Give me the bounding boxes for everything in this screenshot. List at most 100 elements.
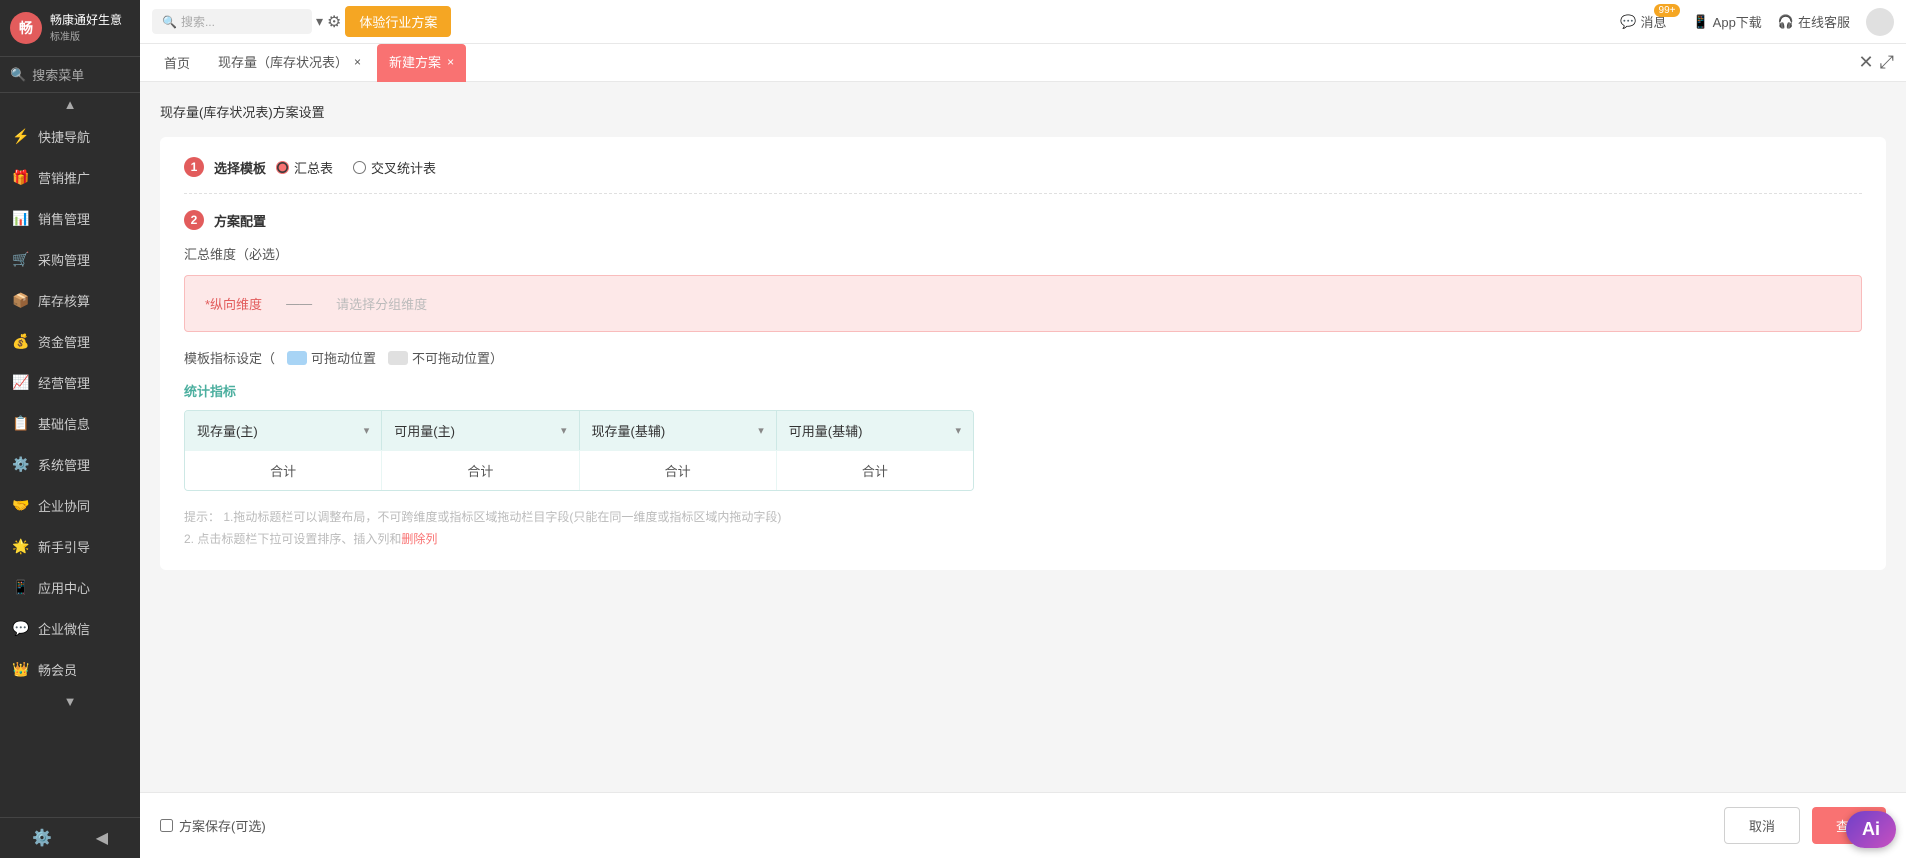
sidebar-item-label: 企业微信 [38,619,90,638]
sidebar-search[interactable]: 🔍 搜索菜单 [0,57,140,93]
member-icon: 👑 [12,661,30,679]
stats-data-4: 合计 [777,451,973,490]
tab-new-plan-close[interactable]: × [447,55,454,69]
sidebar-item-label: 销售管理 [38,209,90,228]
indicator-non-draggable: 不可拖动位置） [388,348,503,367]
sidebar-item-newbie[interactable]: 🌟 新手引导 [0,526,140,567]
sidebar-item-quick-nav[interactable]: ⚡ 快捷导航 [0,116,140,157]
stats-header-row: 现存量(主) ▾ 可用量(主) ▾ 现存量(基辅) ▾ 可用量(基辅) ▾ [185,411,973,450]
sidebar-item-label: 新手引导 [38,537,90,556]
tab-inventory-label: 现存量（库存状况表） [218,52,348,71]
section-divider [184,193,1862,194]
draggable-label: 可拖动位置 [311,348,376,367]
sidebar-item-finance[interactable]: 💰 资金管理 [0,321,140,362]
tab-home[interactable]: 首页 [152,53,202,72]
section1-header: 1 选择模板 汇总表 交叉统计表 [184,157,1862,177]
brand-sub: 标准版 [50,28,122,43]
radio-summary-label: 汇总表 [294,158,333,177]
dim-placeholder: 请选择分组维度 [336,294,427,313]
non-draggable-dot [388,351,408,365]
basic-icon: 📋 [12,415,30,433]
radio-cross[interactable]: 交叉统计表 [353,158,436,177]
topbar-cta-button[interactable]: 体验行业方案 [345,6,451,37]
radio-summary-input[interactable] [276,161,289,174]
sidebar-item-operation[interactable]: 📈 经营管理 [0,362,140,403]
service-icon: 🎧 [1778,14,1794,30]
settings-icon[interactable]: ⚙️ [32,828,52,848]
message-badge: 99+ [1654,4,1681,17]
radio-cross-input[interactable] [353,161,366,174]
user-avatar[interactable] [1866,8,1894,36]
tab-close-button[interactable]: ✕ [1859,52,1874,73]
tab-inventory-close[interactable]: × [354,55,361,69]
stats-col-2-chevron[interactable]: ▾ [561,424,567,437]
stats-data-3: 合计 [580,451,777,490]
sidebar-item-system[interactable]: ⚙️ 系统管理 [0,444,140,485]
topbar-search-box[interactable]: 🔍 搜索... [152,9,312,34]
radio-summary[interactable]: 汇总表 [276,158,333,177]
sidebar-item-label: 营销推广 [38,168,90,187]
sidebar-item-label: 系统管理 [38,455,90,474]
sidebar-nav: ▲ ⚡ 快捷导航 🎁 营销推广 📊 销售管理 🛒 采购管理 📦 库存核算 💰 资… [0,93,140,817]
sidebar-item-marketing[interactable]: 🎁 营销推广 [0,157,140,198]
ai-badge[interactable]: Ai [1846,811,1896,848]
topbar-gear-button[interactable]: ⚙ [327,12,341,32]
toggle-icon[interactable]: ◀ [96,828,108,848]
finance-icon: 💰 [12,333,30,351]
stats-col-2: 可用量(主) ▾ [382,411,579,450]
sidebar-item-stock[interactable]: 📦 库存核算 [0,280,140,321]
sidebar-item-label: 经营管理 [38,373,90,392]
sidebar-item-agreement[interactable]: 🤝 企业协同 [0,485,140,526]
sidebar-item-label: 基础信息 [38,414,90,433]
topbar: 🔍 搜索... ▾ ⚙ 体验行业方案 💬 消息 99+ 📱 App下载 🎧 在线… [140,0,1906,44]
stats-col-3-chevron[interactable]: ▾ [758,424,764,437]
save-checkbox[interactable] [160,819,173,832]
vertical-dim-label: *纵向维度 [205,294,262,313]
stats-data-2: 合计 [382,451,579,490]
section1-title: 选择模板 [214,158,266,177]
topbar-message[interactable]: 💬 消息 99+ [1620,12,1666,31]
topbar-app-download[interactable]: 📱 App下载 [1692,12,1761,31]
stats-col-1: 现存量(主) ▾ [185,411,382,450]
indicator-label: 模板指标设定（ [184,348,275,367]
stats-col-1-chevron[interactable]: ▾ [364,424,370,437]
tips-area: 提示： 1.拖动标题栏可以调整布局，不可跨维度或指标区域拖动栏目字段(只能在同一… [184,507,1862,550]
content-area: 现存量(库存状况表)方案设置 1 选择模板 汇总表 交叉统计表 [140,82,1906,792]
topbar-right: 💬 消息 99+ 📱 App下载 🎧 在线客服 [1620,8,1894,36]
sidebar-item-member[interactable]: 👑 畅会员 [0,649,140,690]
section1-num: 1 [184,157,204,177]
template-radio-group: 汇总表 交叉统计表 [276,158,436,177]
wechat-icon: 💬 [12,620,30,638]
tip-2: 2. 点击标题栏下拉可设置排序、插入列和删除列 [184,529,1862,551]
sidebar-scroll-down[interactable]: ▼ [0,690,140,713]
search-placeholder: 搜索... [181,13,215,30]
sidebar-item-purchase[interactable]: 🛒 采购管理 [0,239,140,280]
stats-col-4-chevron[interactable]: ▾ [955,424,961,437]
cancel-button[interactable]: 取消 [1724,807,1800,844]
quick-nav-icon: ⚡ [12,128,30,146]
footer-bar: 方案保存(可选) 取消 查询 [140,792,1906,858]
search-icon: 🔍 [10,67,26,83]
tab-expand-button[interactable]: ⤢ [1880,52,1894,73]
topbar-online-service[interactable]: 🎧 在线客服 [1778,12,1850,31]
sidebar-item-wechat[interactable]: 💬 企业微信 [0,608,140,649]
sidebar-item-label: 库存核算 [38,291,90,310]
stats-col-4: 可用量(基辅) ▾ [777,411,973,450]
tab-inventory[interactable]: 现存量（库存状况表） × [206,44,373,82]
tip-1: 提示： 1.拖动标题栏可以调整布局，不可跨维度或指标区域拖动栏目字段(只能在同一… [184,507,1862,529]
sidebar-item-sales[interactable]: 📊 销售管理 [0,198,140,239]
sidebar-search-label: 搜索菜单 [32,65,84,84]
sidebar-item-basic[interactable]: 📋 基础信息 [0,403,140,444]
phone-icon: 📱 [1692,14,1708,30]
brand-name: 畅康通好生意 [50,13,122,29]
tab-new-plan[interactable]: 新建方案 × [377,44,466,82]
sidebar-item-apps[interactable]: 📱 应用中心 [0,567,140,608]
sidebar-bottom: ⚙️ ◀ [0,817,140,858]
brand-icon: 畅 [10,12,42,44]
non-draggable-label: 不可拖动位置） [412,348,503,367]
topbar-dropdown-button[interactable]: ▾ [316,13,323,30]
sidebar-item-label: 资金管理 [38,332,90,351]
dim-required-area: *纵向维度 —— 请选择分组维度 [184,275,1862,332]
section2-header: 2 方案配置 [184,210,1862,230]
sidebar-scroll-up[interactable]: ▲ [0,93,140,116]
